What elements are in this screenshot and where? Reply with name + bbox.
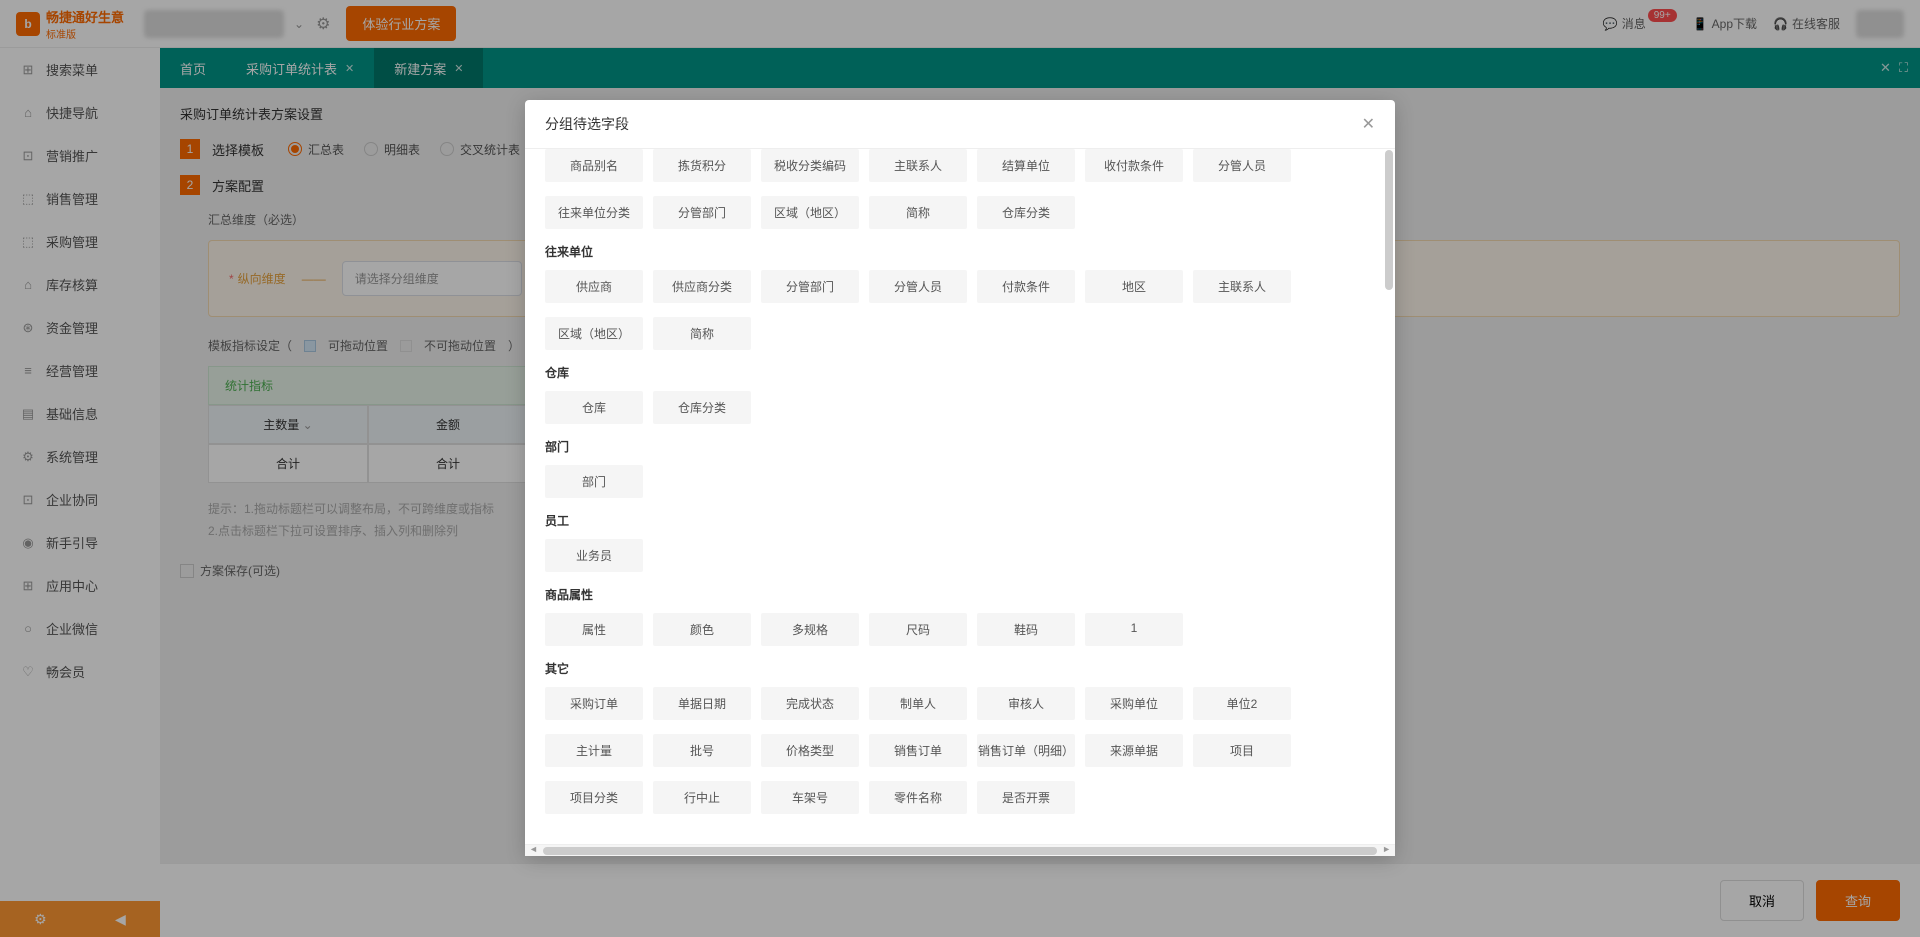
field-chip[interactable]: 审核人 xyxy=(977,687,1075,720)
field-chip[interactable]: 批号 xyxy=(653,734,751,767)
field-chip[interactable]: 分管部门 xyxy=(653,196,751,229)
group-title: 往来单位 xyxy=(545,243,1375,260)
field-chip[interactable]: 税收分类编码 xyxy=(761,149,859,182)
field-chip[interactable]: 单位2 xyxy=(1193,687,1291,720)
field-chip[interactable]: 尺码 xyxy=(869,613,967,646)
field-chip[interactable]: 部门 xyxy=(545,465,643,498)
field-chip[interactable]: 鞋码 xyxy=(977,613,1075,646)
field-chip[interactable]: 采购订单 xyxy=(545,687,643,720)
field-chip[interactable]: 1 xyxy=(1085,613,1183,646)
field-chip[interactable]: 行中止 xyxy=(653,781,751,814)
field-chip[interactable]: 地区 xyxy=(1085,270,1183,303)
field-chip[interactable]: 分管人员 xyxy=(1193,149,1291,182)
field-chip[interactable]: 供应商分类 xyxy=(653,270,751,303)
field-chip[interactable]: 简称 xyxy=(653,317,751,350)
field-chip[interactable]: 分管人员 xyxy=(869,270,967,303)
field-chip[interactable]: 仓库 xyxy=(545,391,643,424)
modal-title: 分组待选字段 xyxy=(545,114,629,134)
close-icon[interactable]: ✕ xyxy=(1362,114,1375,134)
group-title: 其它 xyxy=(545,660,1375,677)
group-title: 仓库 xyxy=(545,364,1375,381)
field-chip[interactable]: 主联系人 xyxy=(869,149,967,182)
group-title: 部门 xyxy=(545,438,1375,455)
field-chip[interactable]: 主联系人 xyxy=(1193,270,1291,303)
field-chip[interactable]: 供应商 xyxy=(545,270,643,303)
field-chip[interactable]: 拣货积分 xyxy=(653,149,751,182)
field-picker-modal: 分组待选字段 ✕ 商品别名拣货积分税收分类编码主联系人结算单位收付款条件分管人员… xyxy=(525,100,1395,856)
modal-vscroll-thumb[interactable] xyxy=(1385,150,1393,290)
modal-vscroll-track xyxy=(1385,150,1393,844)
field-chip[interactable]: 主计量 xyxy=(545,734,643,767)
field-chip[interactable]: 分管部门 xyxy=(761,270,859,303)
field-chip[interactable]: 制单人 xyxy=(869,687,967,720)
field-chip[interactable]: 收付款条件 xyxy=(1085,149,1183,182)
field-chip[interactable]: 来源单据 xyxy=(1085,734,1183,767)
field-chip[interactable]: 往来单位分类 xyxy=(545,196,643,229)
hscroll-thumb[interactable] xyxy=(543,847,1377,855)
field-chip[interactable]: 业务员 xyxy=(545,539,643,572)
field-chip[interactable]: 价格类型 xyxy=(761,734,859,767)
field-chip[interactable]: 颜色 xyxy=(653,613,751,646)
field-chip[interactable]: 单据日期 xyxy=(653,687,751,720)
modal-hscroll[interactable] xyxy=(525,844,1395,856)
group-title: 员工 xyxy=(545,512,1375,529)
field-chip[interactable]: 结算单位 xyxy=(977,149,1075,182)
field-chip[interactable]: 项目分类 xyxy=(545,781,643,814)
field-chip[interactable]: 仓库分类 xyxy=(977,196,1075,229)
field-chip[interactable]: 车架号 xyxy=(761,781,859,814)
field-chip[interactable]: 多规格 xyxy=(761,613,859,646)
group-title: 商品属性 xyxy=(545,586,1375,603)
field-chip[interactable]: 付款条件 xyxy=(977,270,1075,303)
field-chip[interactable]: 简称 xyxy=(869,196,967,229)
field-chip[interactable]: 仓库分类 xyxy=(653,391,751,424)
field-chip[interactable]: 销售订单（明细） xyxy=(977,734,1075,767)
field-chip[interactable]: 采购单位 xyxy=(1085,687,1183,720)
field-chip[interactable]: 销售订单 xyxy=(869,734,967,767)
field-chip[interactable]: 是否开票 xyxy=(977,781,1075,814)
field-chip[interactable]: 区域（地区） xyxy=(545,317,643,350)
field-chip[interactable]: 区域（地区） xyxy=(761,196,859,229)
field-chip[interactable]: 属性 xyxy=(545,613,643,646)
field-chip[interactable]: 项目 xyxy=(1193,734,1291,767)
field-chip[interactable]: 零件名称 xyxy=(869,781,967,814)
field-chip[interactable]: 完成状态 xyxy=(761,687,859,720)
field-chip[interactable]: 商品别名 xyxy=(545,149,643,182)
